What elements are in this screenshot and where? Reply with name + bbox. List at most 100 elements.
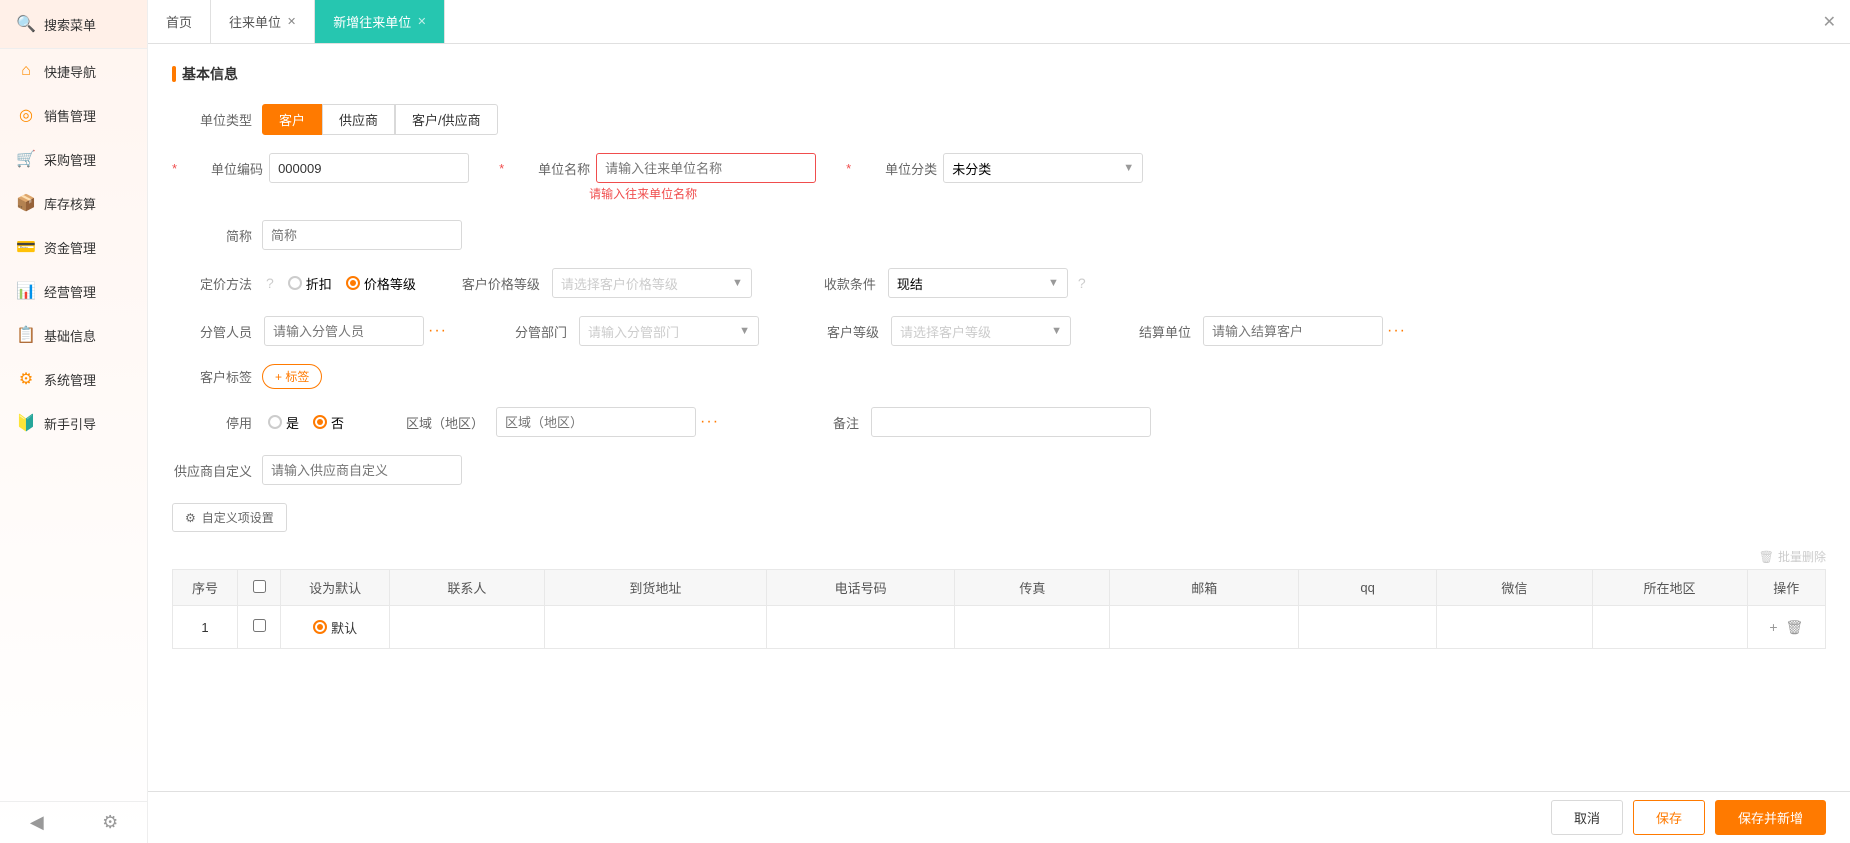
row-region-input[interactable]	[1630, 612, 1710, 642]
cancel-button[interactable]: 取消	[1551, 800, 1623, 835]
fax-input[interactable]	[992, 612, 1072, 642]
row-default-label: 默认	[331, 618, 357, 637]
cpl-select[interactable]: 请选择客户价格等级 ▼	[552, 268, 752, 298]
search-icon: 🔍	[16, 14, 36, 34]
row-delete-icon[interactable]: 🗑	[1786, 619, 1804, 636]
section-bar	[172, 66, 176, 82]
sidebar-item-purchase[interactable]: 🛒 采购管理	[0, 137, 147, 181]
batch-delete-area: 🗑 批量删除	[172, 548, 1826, 565]
sidebar-item-finance[interactable]: 💳 资金管理	[0, 225, 147, 269]
unit-name-field: * 单位名称 请输入往来单位名称	[499, 153, 816, 202]
wechat-input[interactable]	[1474, 612, 1554, 642]
contact-input[interactable]	[427, 612, 507, 642]
tab-close-all[interactable]: ✕	[1809, 12, 1850, 32]
supplier-custom-input[interactable]	[262, 455, 462, 485]
add-tag-button[interactable]: + 标签	[262, 364, 322, 389]
manager-dots[interactable]: ···	[428, 322, 447, 340]
sidebar-item-label: 快捷导航	[44, 62, 96, 81]
sidebar-item-system[interactable]: ⚙ 系统管理	[0, 357, 147, 401]
customize-settings-btn[interactable]: ⚙ 自定义项设置	[172, 503, 287, 532]
type-btn-both[interactable]: 客户/供应商	[395, 104, 498, 135]
payment-select[interactable]: 现结 ▼	[888, 268, 1068, 298]
customer-price-level-field: 客户价格等级 请选择客户价格等级 ▼	[460, 268, 752, 298]
tab-home[interactable]: 首页	[148, 0, 211, 43]
row-checkbox[interactable]	[253, 619, 266, 632]
radio-no[interactable]: 否	[313, 413, 344, 432]
select-all-checkbox[interactable]	[253, 580, 266, 593]
customer-level-field: 客户等级 请选择客户等级 ▼	[799, 316, 1071, 346]
unit-cat-field: * 单位分类 未分类 ▼	[846, 153, 1143, 183]
tag-label: 客户标签	[172, 367, 252, 386]
row-add-icon[interactable]: +	[1769, 619, 1777, 635]
tab-new-partner[interactable]: 新增往来单位 ✕	[315, 0, 445, 43]
region-input-wrapper: ···	[496, 407, 719, 437]
row-default-radio[interactable]: 默认	[287, 618, 382, 637]
th-fax: 传真	[955, 570, 1110, 606]
sidebar-item-inventory[interactable]: 📦 库存核算	[0, 181, 147, 225]
sidebar-item-quick-nav[interactable]: ⌂ 快捷导航	[0, 49, 147, 93]
radio-price-level[interactable]: 价格等级	[346, 274, 416, 293]
unit-cat-select[interactable]: 未分类 ▼	[943, 153, 1143, 183]
tab-partner[interactable]: 往来单位 ✕	[211, 0, 315, 43]
supplier-custom-label: 供应商自定义	[172, 461, 252, 480]
payment-help-icon[interactable]: ?	[1078, 275, 1086, 291]
manager-input[interactable]	[264, 316, 424, 346]
remark-label: 备注	[779, 413, 859, 432]
batch-delete-label[interactable]: 批量删除	[1778, 548, 1826, 565]
radio-discount[interactable]: 折扣	[288, 274, 332, 293]
th-region: 所在地区	[1592, 570, 1747, 606]
unit-code-input[interactable]	[269, 153, 469, 183]
sidebar-item-label: 系统管理	[44, 370, 96, 389]
contact-table: 序号 设为默认 联系人 到货地址 电话号码 传真 邮箱 qq 微信 所在地区 操…	[172, 569, 1826, 649]
sidebar-search[interactable]: 🔍 搜索菜单	[0, 0, 147, 49]
th-default: 设为默认	[281, 570, 389, 606]
th-phone: 电话号码	[766, 570, 954, 606]
sidebar-collapse-btn[interactable]: ◀	[0, 802, 74, 843]
radio-yes[interactable]: 是	[268, 413, 299, 432]
row-index: 1	[173, 606, 238, 649]
sidebar-item-basic-info[interactable]: 📋 基础信息	[0, 313, 147, 357]
settle-dots[interactable]: ···	[1387, 322, 1406, 340]
save-and-new-button[interactable]: 保存并新增	[1715, 800, 1826, 835]
radio-yes-label: 是	[286, 413, 299, 432]
tab-partner-close[interactable]: ✕	[287, 15, 296, 28]
remark-input[interactable]	[871, 407, 1151, 437]
save-button[interactable]: 保存	[1633, 800, 1705, 835]
unit-cat-value: 未分类	[952, 159, 991, 178]
region-input[interactable]	[496, 407, 696, 437]
unit-name-input[interactable]	[596, 153, 816, 183]
system-icon: ⚙	[16, 369, 36, 389]
radio-discount-circle	[288, 276, 302, 290]
sidebar-item-guide[interactable]: 🔰 新手引导	[0, 401, 147, 445]
th-wechat: 微信	[1437, 570, 1592, 606]
row-code-name-cat: * 单位编码 * 单位名称 请输入往来单位名称 * 单位分类 未分类 ▼	[172, 153, 1826, 202]
th-contact: 联系人	[389, 570, 544, 606]
th-checkbox	[238, 570, 281, 606]
dept-select[interactable]: 请输入分管部门 ▼	[579, 316, 759, 346]
sidebar-item-sales[interactable]: ◎ 销售管理	[0, 93, 147, 137]
sidebar-item-label: 采购管理	[44, 150, 96, 169]
abbr-input[interactable]	[262, 220, 462, 250]
settle-input[interactable]	[1203, 316, 1383, 346]
sidebar-settings-btn[interactable]: ⚙	[74, 802, 148, 843]
phone-input[interactable]	[811, 612, 911, 642]
sidebar-item-operations[interactable]: 📊 经营管理	[0, 269, 147, 313]
region-dots[interactable]: ···	[700, 413, 719, 431]
sidebar: 🔍 搜索菜单 ⌂ 快捷导航 ◎ 销售管理 🛒 采购管理 📦 库存核算 💳 资金管…	[0, 0, 148, 843]
quick-nav-icon: ⌂	[16, 61, 36, 81]
unit-name-label: 单位名称	[510, 159, 590, 178]
disabled-label: 停用	[172, 413, 252, 432]
type-btn-supplier[interactable]: 供应商	[322, 104, 395, 135]
cpl-placeholder: 请选择客户价格等级	[561, 274, 678, 293]
address-input[interactable]	[595, 612, 715, 642]
email-input[interactable]	[1154, 612, 1254, 642]
pricing-help-icon[interactable]: ?	[266, 275, 274, 291]
cust-level-select[interactable]: 请选择客户等级 ▼	[891, 316, 1071, 346]
unit-code-field: * 单位编码	[172, 153, 469, 183]
qq-input[interactable]	[1333, 612, 1403, 642]
row-manager: 分管人员 ··· 分管部门 请输入分管部门 ▼ 客户等级 请选择客户等级 ▼	[172, 316, 1826, 346]
tab-new-partner-close[interactable]: ✕	[417, 15, 426, 28]
cust-level-arrow: ▼	[1051, 325, 1062, 337]
row-checkbox-cell	[238, 606, 281, 649]
type-btn-customer[interactable]: 客户	[262, 104, 322, 135]
